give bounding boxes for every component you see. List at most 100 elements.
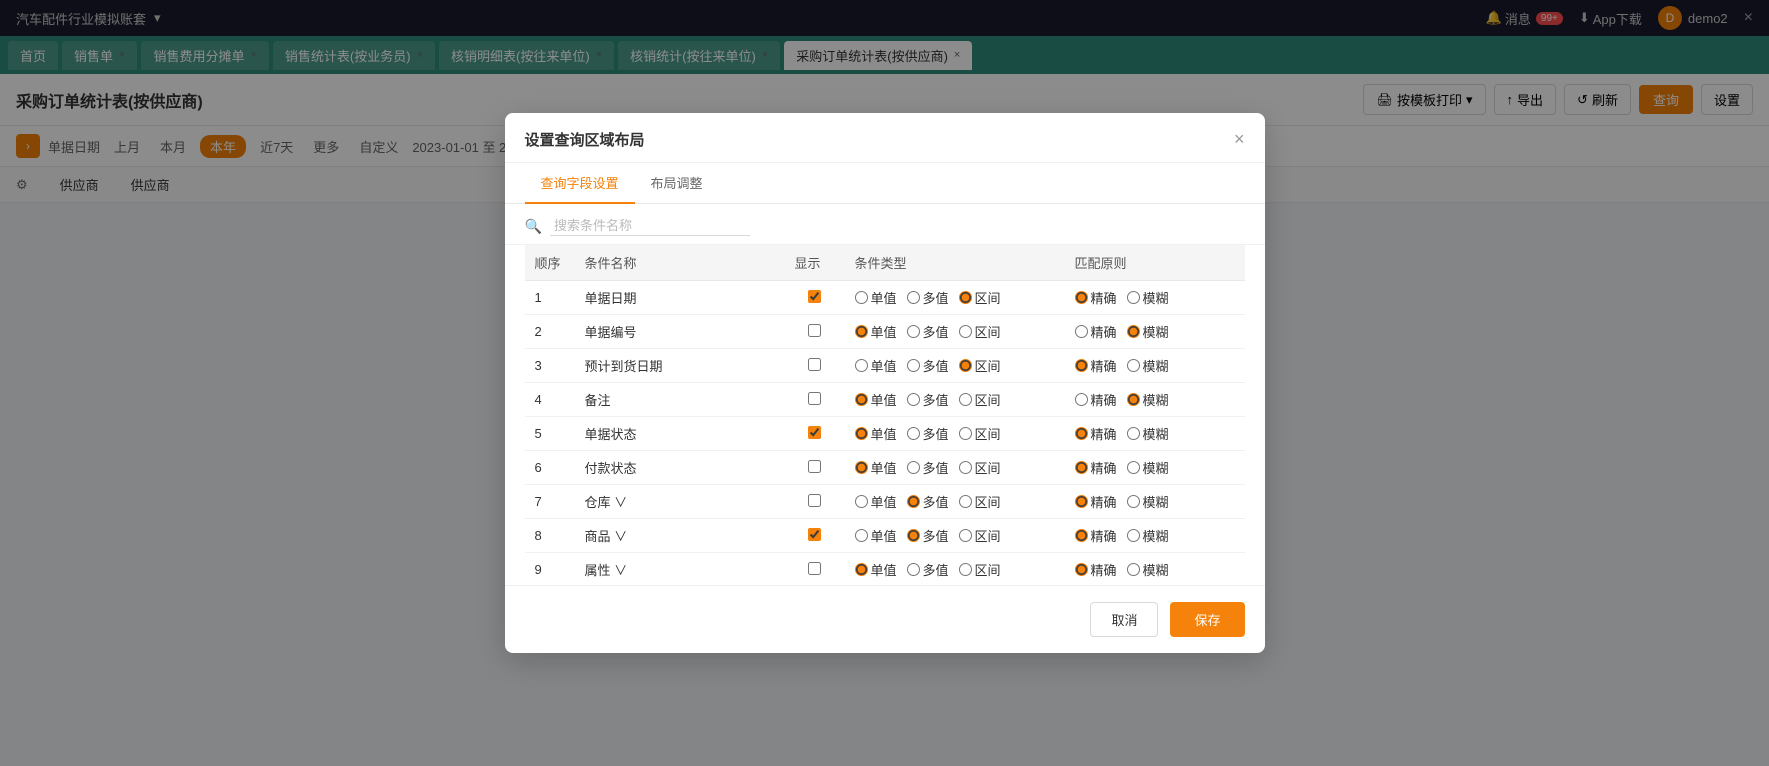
type-radio-label[interactable]: 多值	[907, 458, 949, 477]
modal-close-button[interactable]: ×	[1234, 129, 1245, 150]
type-radio[interactable]	[959, 427, 972, 440]
type-radio[interactable]	[959, 291, 972, 304]
type-radio-label[interactable]: 单值	[855, 390, 897, 409]
match-radio[interactable]	[1075, 325, 1088, 338]
match-radio-label[interactable]: 精确	[1075, 356, 1117, 375]
type-radio-label[interactable]: 区间	[959, 288, 1001, 307]
type-radio-label[interactable]: 单值	[855, 424, 897, 443]
match-radio-label[interactable]: 精确	[1075, 390, 1117, 409]
match-radio[interactable]	[1075, 427, 1088, 440]
tab-query-fields[interactable]: 查询字段设置	[525, 163, 635, 204]
type-radio[interactable]	[855, 563, 868, 576]
tab-layout-adjust[interactable]: 布局调整	[635, 163, 719, 204]
match-radio-label[interactable]: 精确	[1075, 322, 1117, 341]
show-checkbox-label[interactable]	[808, 461, 821, 476]
type-radio[interactable]	[907, 325, 920, 338]
type-radio-label[interactable]: 区间	[959, 424, 1001, 443]
match-radio-label[interactable]: 精确	[1075, 458, 1117, 477]
match-radio-label[interactable]: 模糊	[1127, 424, 1169, 443]
show-checkbox[interactable]	[808, 494, 821, 507]
show-checkbox-label[interactable]	[808, 495, 821, 510]
match-radio[interactable]	[1075, 529, 1088, 542]
match-radio-label[interactable]: 精确	[1075, 492, 1117, 511]
type-radio[interactable]	[855, 461, 868, 474]
match-radio[interactable]	[1127, 461, 1140, 474]
type-radio[interactable]	[855, 495, 868, 508]
match-radio[interactable]	[1127, 427, 1140, 440]
match-radio[interactable]	[1127, 359, 1140, 372]
type-radio[interactable]	[959, 393, 972, 406]
type-radio[interactable]	[907, 461, 920, 474]
match-radio-label[interactable]: 模糊	[1127, 356, 1169, 375]
type-radio-label[interactable]: 单值	[855, 526, 897, 545]
match-radio-label[interactable]: 模糊	[1127, 526, 1169, 545]
show-checkbox-label[interactable]	[808, 427, 821, 442]
type-radio[interactable]	[907, 495, 920, 508]
match-radio-label[interactable]: 精确	[1075, 424, 1117, 443]
show-checkbox-label[interactable]	[808, 359, 821, 374]
type-radio[interactable]	[907, 393, 920, 406]
type-radio[interactable]	[959, 563, 972, 576]
type-radio[interactable]	[855, 393, 868, 406]
type-radio-label[interactable]: 区间	[959, 322, 1001, 341]
match-radio[interactable]	[1075, 393, 1088, 406]
show-checkbox[interactable]	[808, 562, 821, 575]
type-radio-label[interactable]: 单值	[855, 322, 897, 341]
type-radio-label[interactable]: 多值	[907, 526, 949, 545]
show-checkbox-label[interactable]	[808, 291, 821, 306]
type-radio-label[interactable]: 区间	[959, 560, 1001, 579]
show-checkbox-label[interactable]	[808, 529, 821, 544]
save-button[interactable]: 保存	[1170, 602, 1244, 637]
match-radio[interactable]	[1075, 461, 1088, 474]
search-input[interactable]	[550, 216, 750, 236]
type-radio-label[interactable]: 单值	[855, 288, 897, 307]
type-radio[interactable]	[959, 461, 972, 474]
type-radio[interactable]	[855, 529, 868, 542]
match-radio[interactable]	[1127, 325, 1140, 338]
type-radio[interactable]	[907, 563, 920, 576]
match-radio[interactable]	[1075, 359, 1088, 372]
match-radio-label[interactable]: 精确	[1075, 288, 1117, 307]
match-radio-label[interactable]: 精确	[1075, 560, 1117, 579]
type-radio-label[interactable]: 区间	[959, 356, 1001, 375]
type-radio-label[interactable]: 单值	[855, 458, 897, 477]
match-radio-label[interactable]: 模糊	[1127, 288, 1169, 307]
type-radio-label[interactable]: 多值	[907, 322, 949, 341]
match-radio[interactable]	[1127, 393, 1140, 406]
match-radio-label[interactable]: 模糊	[1127, 492, 1169, 511]
match-radio[interactable]	[1075, 291, 1088, 304]
match-radio[interactable]	[1127, 529, 1140, 542]
match-radio-label[interactable]: 精确	[1075, 526, 1117, 545]
show-checkbox-label[interactable]	[808, 325, 821, 340]
show-checkbox-label[interactable]	[808, 563, 821, 578]
type-radio-label[interactable]: 单值	[855, 560, 897, 579]
cancel-button[interactable]: 取消	[1090, 602, 1158, 637]
type-radio[interactable]	[959, 495, 972, 508]
show-checkbox[interactable]	[808, 290, 821, 303]
show-checkbox[interactable]	[808, 392, 821, 405]
type-radio-label[interactable]: 多值	[907, 492, 949, 511]
type-radio[interactable]	[907, 359, 920, 372]
match-radio[interactable]	[1127, 563, 1140, 576]
type-radio[interactable]	[855, 291, 868, 304]
match-radio[interactable]	[1127, 495, 1140, 508]
show-checkbox[interactable]	[808, 324, 821, 337]
show-checkbox[interactable]	[808, 528, 821, 541]
type-radio-label[interactable]: 多值	[907, 356, 949, 375]
type-radio-label[interactable]: 单值	[855, 356, 897, 375]
type-radio-label[interactable]: 多值	[907, 424, 949, 443]
show-checkbox[interactable]	[808, 460, 821, 473]
match-radio-label[interactable]: 模糊	[1127, 390, 1169, 409]
type-radio-label[interactable]: 多值	[907, 390, 949, 409]
type-radio[interactable]	[907, 529, 920, 542]
type-radio-label[interactable]: 区间	[959, 526, 1001, 545]
match-radio-label[interactable]: 模糊	[1127, 560, 1169, 579]
show-checkbox-label[interactable]	[808, 393, 821, 408]
type-radio[interactable]	[855, 427, 868, 440]
match-radio[interactable]	[1127, 291, 1140, 304]
type-radio[interactable]	[959, 529, 972, 542]
type-radio[interactable]	[959, 325, 972, 338]
type-radio[interactable]	[959, 359, 972, 372]
type-radio[interactable]	[907, 427, 920, 440]
type-radio-label[interactable]: 多值	[907, 288, 949, 307]
